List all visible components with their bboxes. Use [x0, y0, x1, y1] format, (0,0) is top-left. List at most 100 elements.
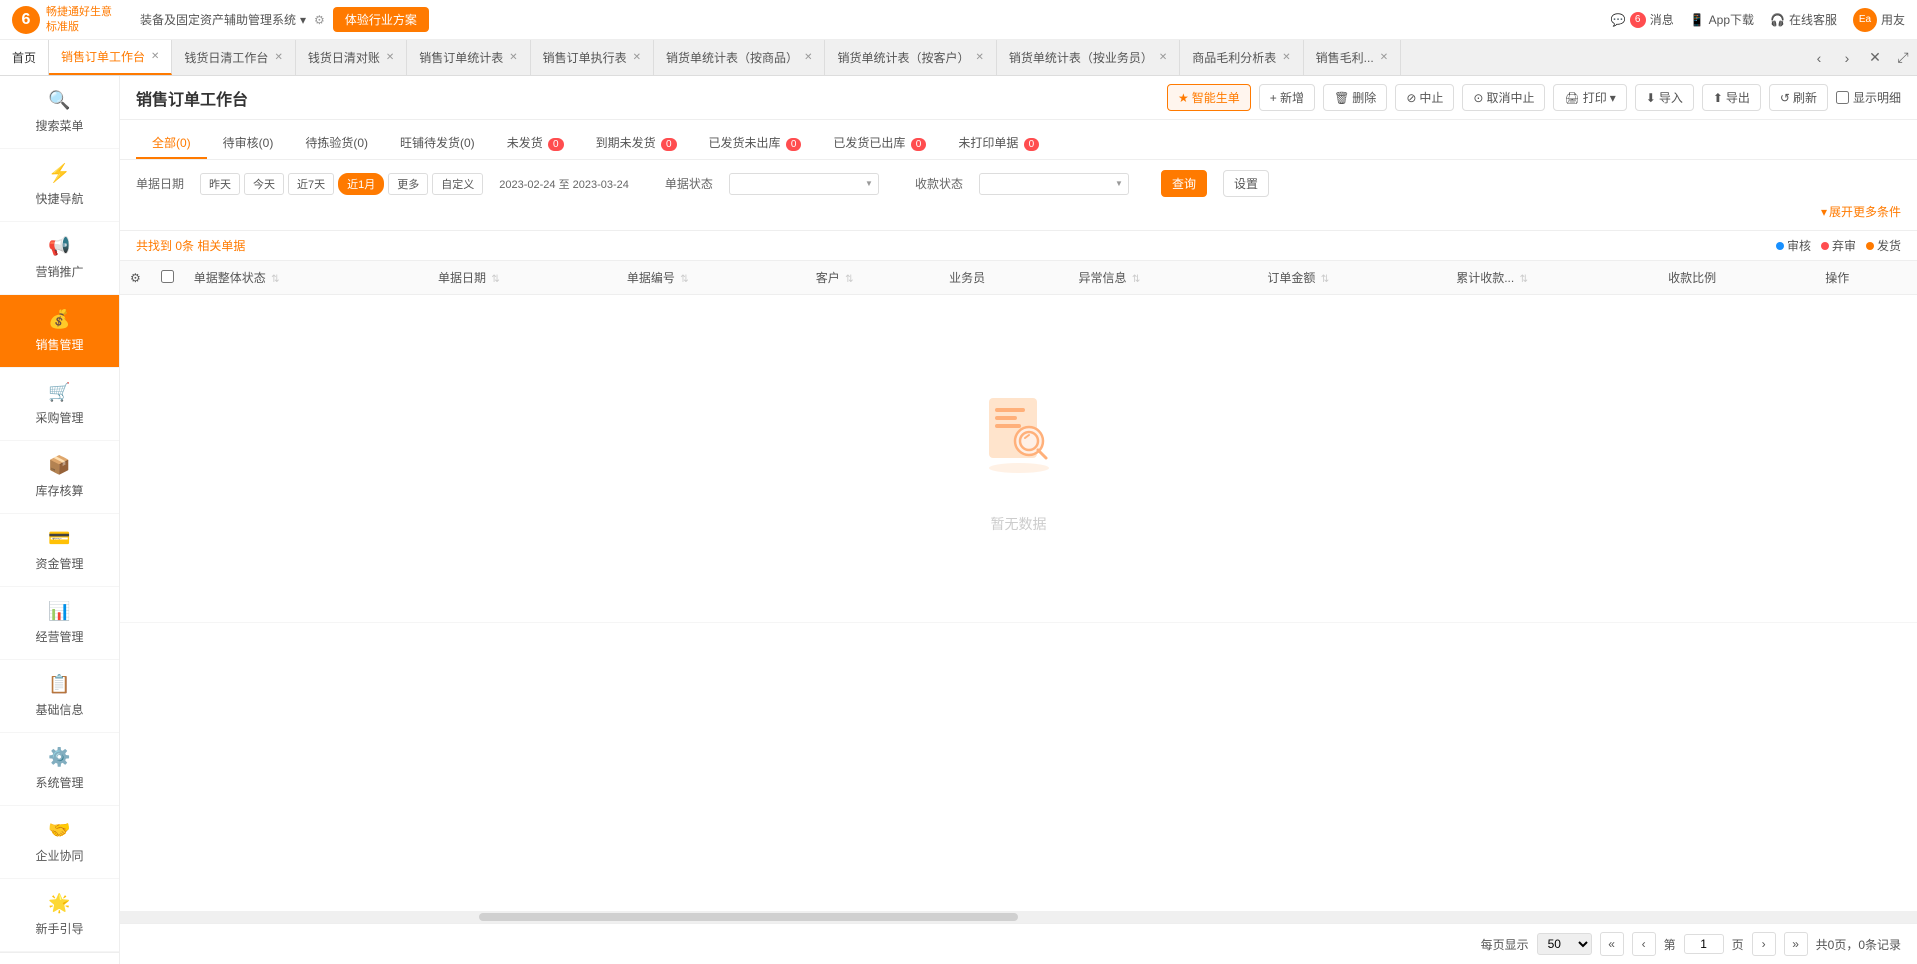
- add-btn[interactable]: + 新增: [1259, 84, 1315, 111]
- date-btn-today[interactable]: 今天: [244, 173, 284, 195]
- review-action-btn[interactable]: 审核: [1776, 237, 1811, 254]
- cancel-stop-btn[interactable]: ⊙ 取消中止: [1462, 84, 1545, 111]
- date-btn-more[interactable]: 更多: [388, 173, 428, 195]
- scroll-thumb[interactable]: [479, 913, 1018, 921]
- sub-tab-expired-not-shipped[interactable]: 到期未发货 0: [580, 128, 693, 159]
- select-all-checkbox[interactable]: [161, 270, 174, 283]
- sidebar-item-inventory[interactable]: 📦 库存核算: [0, 441, 119, 514]
- tab-sales-order[interactable]: 销售订单工作台 ✕: [49, 40, 172, 75]
- close-icon[interactable]: ✕: [274, 52, 282, 63]
- date-btn-custom[interactable]: 自定义: [432, 173, 483, 195]
- sort-icon[interactable]: ⇅: [1321, 274, 1329, 285]
- col-settings[interactable]: ⚙: [120, 261, 151, 295]
- date-btn-1month[interactable]: 近1月: [338, 173, 384, 195]
- sub-tab-not-printed[interactable]: 未打印单据 0: [942, 128, 1055, 159]
- per-page-select[interactable]: 10 20 50 100: [1537, 933, 1592, 955]
- close-icon[interactable]: ✕: [804, 52, 812, 63]
- sort-icon[interactable]: ⇅: [1520, 274, 1528, 285]
- sidebar-item-guide[interactable]: 🌟 新手引导: [0, 879, 119, 952]
- sidebar-item-collab[interactable]: 🤝 企业协同: [0, 806, 119, 879]
- close-icon[interactable]: ✕: [1159, 52, 1167, 63]
- system-title-dropdown[interactable]: 装备及固定资产辅助管理系统 ▾: [140, 11, 306, 28]
- export-btn[interactable]: ⬆ 导出: [1702, 84, 1761, 111]
- close-icon[interactable]: ✕: [975, 52, 983, 63]
- show-detail-toggle[interactable]: 显示明细: [1836, 89, 1901, 106]
- collection-select[interactable]: [979, 173, 1129, 195]
- sub-tab-shipped-out[interactable]: 已发货已出库 0: [817, 128, 942, 159]
- gear-icon[interactable]: ⚙: [130, 271, 141, 285]
- tab-sales-exec[interactable]: 销售订单执行表 ✕: [531, 40, 654, 75]
- close-icon[interactable]: ✕: [509, 52, 517, 63]
- sub-tab-not-shipped[interactable]: 未发货 0: [491, 128, 580, 159]
- stop-btn[interactable]: ⊘ 中止: [1395, 84, 1454, 111]
- sidebar-item-finance[interactable]: 💳 资金管理: [0, 514, 119, 587]
- unreviewed-action-btn[interactable]: 弃审: [1821, 237, 1856, 254]
- sub-tab-shipped-not-out[interactable]: 已发货未出库 0: [693, 128, 818, 159]
- sub-tab-pending-review[interactable]: 待审核(0): [207, 128, 290, 159]
- sidebar-bottom: ⚙ ◀: [0, 952, 119, 964]
- sidebar-item-sales[interactable]: 💰 销售管理: [0, 295, 119, 368]
- close-icon[interactable]: ✕: [1282, 52, 1290, 63]
- tab-nav-next[interactable]: ›: [1833, 44, 1861, 72]
- tab-sales-stats[interactable]: 销售订单统计表 ✕: [407, 40, 530, 75]
- status-select[interactable]: [729, 173, 879, 195]
- tab-home[interactable]: 首页: [0, 40, 49, 75]
- tab-sales-stat-product[interactable]: 销货单统计表（按商品） ✕: [654, 40, 825, 75]
- tab-cash-reconcile[interactable]: 钱货日清对账 ✕: [296, 40, 407, 75]
- sub-tab-pending-inspect[interactable]: 待拣验货(0): [289, 128, 384, 159]
- print-btn[interactable]: 🖨 打印 ▾: [1553, 84, 1626, 111]
- refresh-btn[interactable]: ↺ 刷新: [1769, 84, 1828, 111]
- sub-tab-wangpu[interactable]: 旺铺待发货(0): [384, 128, 491, 159]
- sidebar-item-purchase[interactable]: 🛒 采购管理: [0, 368, 119, 441]
- close-icon[interactable]: ✕: [633, 52, 641, 63]
- settings-icon[interactable]: ⚙: [314, 13, 325, 27]
- tab-sales-stat-customer[interactable]: 销货单统计表（按客户） ✕: [825, 40, 996, 75]
- sort-icon[interactable]: ⇅: [1132, 274, 1140, 285]
- sidebar-item-basic-info[interactable]: 📋 基础信息: [0, 660, 119, 733]
- experience-btn[interactable]: 体验行业方案: [333, 7, 429, 32]
- setting-btn[interactable]: 设置: [1223, 170, 1269, 197]
- smart-create-btn[interactable]: ★ 智能生单: [1167, 84, 1251, 111]
- prev-page-btn[interactable]: ‹: [1632, 932, 1656, 956]
- tab-nav-prev[interactable]: ‹: [1805, 44, 1833, 72]
- date-btn-yesterday[interactable]: 昨天: [200, 173, 240, 195]
- online-support-btn[interactable]: 🎧 在线客服: [1770, 11, 1837, 28]
- tab-sales-more[interactable]: 销售毛利... ✕: [1304, 40, 1401, 75]
- sidebar-item-system[interactable]: ⚙️ 系统管理: [0, 733, 119, 806]
- app-download-btn[interactable]: 📱 App下载: [1690, 11, 1754, 28]
- per-page-label: 每页显示: [1481, 936, 1529, 953]
- user-btn[interactable]: Ea 用友: [1853, 8, 1905, 32]
- message-btn[interactable]: 💬 6 消息: [1611, 11, 1674, 28]
- close-icon[interactable]: ✕: [386, 52, 394, 63]
- next-page-btn[interactable]: ›: [1752, 932, 1776, 956]
- sidebar-item-operations[interactable]: 📊 经营管理: [0, 587, 119, 660]
- sort-icon[interactable]: ⇅: [845, 274, 853, 285]
- sub-tab-all[interactable]: 全部(0): [136, 128, 207, 159]
- query-btn[interactable]: 查询: [1161, 170, 1207, 197]
- horizontal-scrollbar[interactable]: [120, 911, 1917, 923]
- tab-sales-stat-staff[interactable]: 销货单统计表（按业务员） ✕: [997, 40, 1180, 75]
- expand-more-btn[interactable]: ▾ 展开更多条件: [1821, 203, 1901, 220]
- sidebar-item-marketing[interactable]: 📢 营销推广: [0, 222, 119, 295]
- tab-maximize[interactable]: ⤢: [1889, 44, 1917, 72]
- sort-icon[interactable]: ⇅: [680, 274, 688, 285]
- tab-close-current[interactable]: ✕: [1861, 44, 1889, 72]
- ship-action-btn[interactable]: 发货: [1866, 237, 1901, 254]
- close-icon[interactable]: ✕: [151, 51, 159, 62]
- sort-icon[interactable]: ⇅: [271, 274, 279, 285]
- date-btn-7days[interactable]: 近7天: [288, 173, 334, 195]
- close-icon[interactable]: ✕: [1380, 52, 1388, 63]
- tab-product-margin[interactable]: 商品毛利分析表 ✕: [1180, 40, 1303, 75]
- import-btn[interactable]: ⬇ 导入: [1635, 84, 1694, 111]
- sidebar-item-quick-nav[interactable]: ⚡ 快捷导航: [0, 149, 119, 222]
- sort-icon[interactable]: ⇅: [491, 274, 499, 285]
- tab-cash-daily[interactable]: 钱货日清工作台 ✕: [172, 40, 295, 75]
- last-page-btn[interactable]: »: [1784, 932, 1808, 956]
- delete-btn[interactable]: 🗑 删除: [1323, 84, 1387, 111]
- chevron-down-icon: ▾: [1610, 91, 1616, 105]
- first-page-btn[interactable]: «: [1600, 932, 1624, 956]
- sidebar-item-search[interactable]: 🔍 搜索菜单: [0, 76, 119, 149]
- page-number-input[interactable]: [1684, 934, 1724, 954]
- pagination: 每页显示 10 20 50 100 « ‹ 第 页 › » 共0页，0条记录: [120, 923, 1917, 964]
- show-detail-checkbox[interactable]: [1836, 91, 1849, 104]
